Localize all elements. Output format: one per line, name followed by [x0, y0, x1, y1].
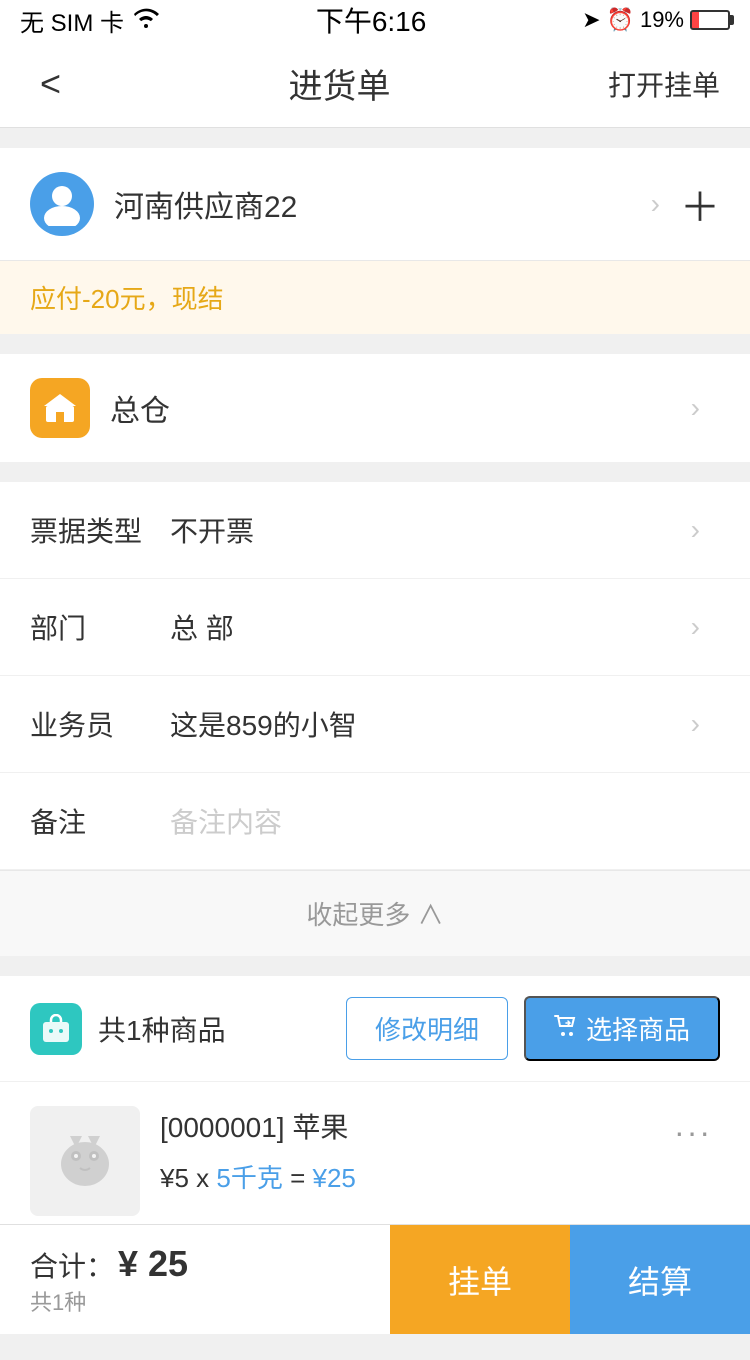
product-section: 共1种商品 修改明细 选择商品 [0, 976, 750, 1240]
supplier-avatar [30, 172, 94, 236]
salesperson-row[interactable]: 业务员 这是859的小智 › [0, 676, 750, 773]
total-amount: ¥ 25 [118, 1243, 188, 1285]
supplier-row[interactable]: 河南供应商22 › ＋ [0, 148, 750, 261]
total-label: 合计： [30, 1245, 114, 1285]
warehouse-name: 总仓 [110, 386, 691, 430]
product-icon [30, 1003, 82, 1055]
wifi-icon [132, 6, 160, 35]
product-header: 共1种商品 修改明细 选择商品 [0, 976, 750, 1082]
department-label: 部门 [30, 607, 150, 647]
form-section: 票据类型 不开票 › 部门 总 部 › 业务员 这是859的小智 › 备注 备注… [0, 482, 750, 956]
alarm-icon: ⏰ [607, 7, 634, 33]
warehouse-icon [30, 378, 90, 438]
invoice-type-row[interactable]: 票据类型 不开票 › [0, 482, 750, 579]
divider-1 [0, 128, 750, 148]
open-hold-button[interactable]: 打开挂单 [608, 64, 720, 104]
status-left: 无 SIM 卡 [20, 3, 160, 38]
product-count: 共1种商品 [98, 1009, 346, 1049]
product-price: ¥5 x 5千克 = ¥25 [160, 1158, 666, 1195]
price-qty: 5千克 [216, 1163, 282, 1193]
page-title: 进货单 [289, 59, 391, 108]
invoice-type-value: 不开票 [150, 510, 691, 550]
supplier-section: 河南供应商22 › ＋ 应付-20元，现结 [0, 148, 750, 334]
supplier-chevron-icon: › [651, 188, 660, 220]
total-sub: 共1种 [30, 1285, 360, 1317]
warehouse-chevron-icon: › [691, 392, 700, 424]
product-item: [0000001] 苹果 ¥5 x 5千克 = ¥25 ··· [0, 1082, 750, 1240]
nav-bar: < 进货单 打开挂单 [0, 40, 750, 128]
remark-input[interactable]: 备注内容 [150, 801, 720, 841]
department-chevron-icon: › [691, 611, 700, 643]
supplier-name: 河南供应商22 [114, 182, 651, 226]
checkout-button[interactable]: 结算 [570, 1225, 750, 1334]
hold-button[interactable]: 挂单 [390, 1225, 570, 1334]
notice-text: 应付-20元，现结 [30, 284, 224, 314]
modify-detail-button[interactable]: 修改明细 [346, 997, 508, 1060]
salesperson-chevron-icon: › [691, 708, 700, 740]
battery-percent: 19% [640, 7, 684, 33]
total-section: 合计： ¥ 25 共1种 [0, 1225, 390, 1334]
remark-row[interactable]: 备注 备注内容 [0, 773, 750, 870]
status-bar: 无 SIM 卡 下午6:16 ➤ ⏰ 19% [0, 0, 750, 40]
warehouse-section[interactable]: 总仓 › [0, 354, 750, 462]
remark-label: 备注 [30, 801, 150, 841]
select-product-button[interactable]: 选择商品 [524, 996, 720, 1061]
department-value: 总 部 [150, 607, 691, 647]
price-unit: ¥5 x [160, 1163, 216, 1193]
department-row[interactable]: 部门 总 部 › [0, 579, 750, 676]
bottom-bar: 合计： ¥ 25 共1种 挂单 结算 [0, 1224, 750, 1334]
collapse-label: 收起更多 ∧ [306, 900, 443, 930]
carrier-text: 无 SIM 卡 [20, 3, 124, 38]
select-product-label: 选择商品 [586, 1010, 690, 1047]
cart-icon [554, 1013, 578, 1044]
product-name: [0000001] 苹果 [160, 1106, 666, 1146]
location-icon: ➤ [582, 7, 600, 33]
status-right: ➤ ⏰ 19% [582, 7, 730, 33]
back-button[interactable]: < [30, 53, 71, 115]
hold-label: 挂单 [448, 1257, 512, 1303]
invoice-type-label: 票据类型 [30, 510, 150, 550]
price-total: ¥25 [312, 1163, 355, 1193]
salesperson-label: 业务员 [30, 704, 150, 744]
status-time: 下午6:16 [316, 0, 427, 40]
collapse-bar[interactable]: 收起更多 ∧ [0, 870, 750, 956]
price-eq: = [283, 1163, 313, 1193]
notice-bar: 应付-20元，现结 [0, 261, 750, 334]
checkout-label: 结算 [628, 1257, 692, 1303]
product-info: [0000001] 苹果 ¥5 x 5千克 = ¥25 [160, 1106, 666, 1195]
battery-icon [690, 10, 730, 30]
add-button[interactable]: ＋ [680, 175, 720, 233]
salesperson-value: 这是859的小智 [150, 704, 691, 744]
product-more-button[interactable]: ··· [666, 1106, 720, 1159]
invoice-chevron-icon: › [691, 514, 700, 546]
product-thumbnail [30, 1106, 140, 1216]
